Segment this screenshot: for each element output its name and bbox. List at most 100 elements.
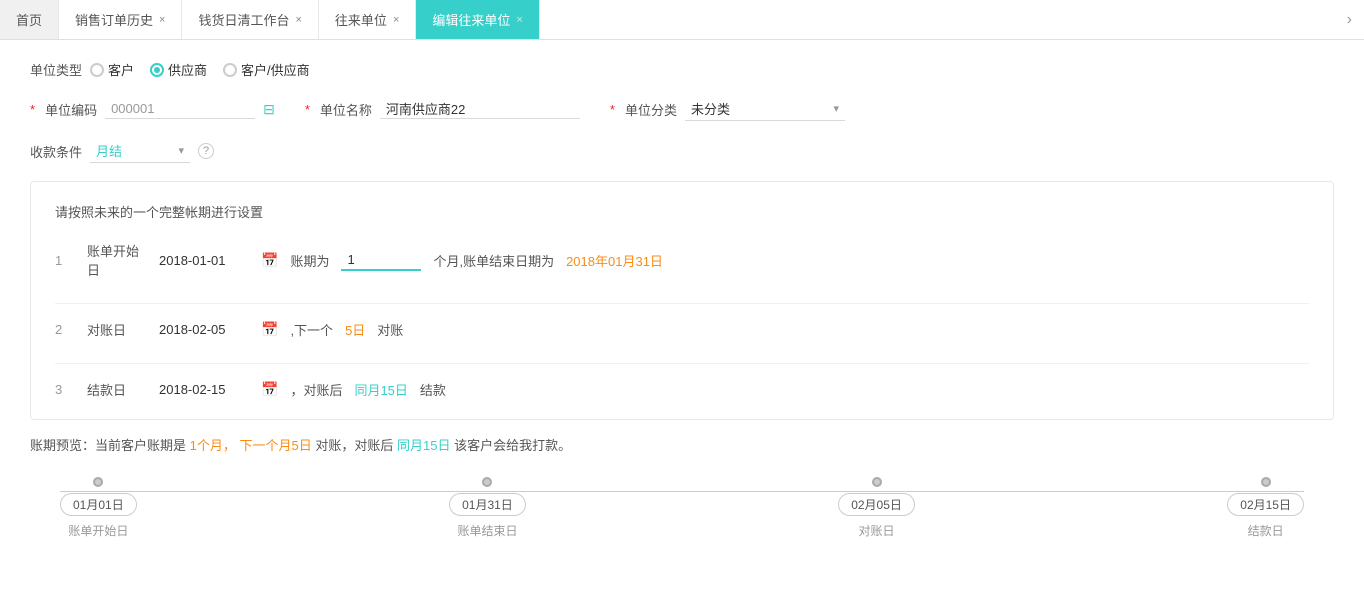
period-highlight-2: 5日 xyxy=(345,320,365,339)
payment-terms-help-icon[interactable]: ? xyxy=(198,143,214,159)
payment-terms-row: 收款条件 月结 ▾ ? xyxy=(30,139,1334,163)
tab-sales-history-close[interactable]: × xyxy=(159,14,165,26)
unit-name-label: 单位名称 xyxy=(320,100,372,119)
preview-part1: 1个月， xyxy=(190,438,236,453)
tab-cash-work-close[interactable]: × xyxy=(295,14,301,26)
timeline-node-1: 01月01日 账单开始日 xyxy=(60,477,137,539)
tab-home[interactable]: 首页 xyxy=(0,0,59,39)
timeline-dot-3 xyxy=(872,477,882,487)
timeline-dot-1 xyxy=(93,477,103,487)
period-row-3: 3 结款日 2018-02-15 📅 ，对账后 同月15日 结款 xyxy=(55,380,1309,399)
radio-customer-circle xyxy=(90,63,104,77)
radio-both-circle xyxy=(223,63,237,77)
tab-partner-close[interactable]: × xyxy=(393,14,399,26)
timeline-container: 01月01日 账单开始日 01月31日 账单结束日 02月05日 对账日 02月… xyxy=(30,477,1334,579)
payment-terms-dropdown[interactable]: 月结 ▾ xyxy=(90,139,190,163)
unit-name-input[interactable] xyxy=(380,99,580,119)
radio-supplier-circle xyxy=(150,63,164,77)
radio-supplier[interactable]: 供应商 xyxy=(150,60,207,79)
unit-category-label: 单位分类 xyxy=(625,100,677,119)
tab-home-label: 首页 xyxy=(16,10,42,29)
unit-category-value: 未分类 xyxy=(691,99,829,118)
unit-category-star: * xyxy=(610,102,615,117)
period-suffix-3: 结款 xyxy=(420,380,446,399)
unit-name-field: * 单位名称 xyxy=(305,99,580,119)
radio-group-unit-type: 客户 供应商 客户/供应商 xyxy=(90,60,310,79)
timeline-dot-4 xyxy=(1261,477,1271,487)
preview-suffix: 该客户会给我打款。 xyxy=(454,438,571,453)
period-suffix-before-1: 账期为 xyxy=(290,251,329,270)
period-num-1: 1 xyxy=(55,253,75,268)
period-card-title: 请按照未来的一个完整帐期进行设置 xyxy=(55,202,1309,221)
period-months-input[interactable] xyxy=(341,250,421,271)
unit-type-field: 单位类型 客户 供应商 客户/供应商 xyxy=(30,60,310,79)
preview-part2: 下一个月5日 xyxy=(240,438,312,453)
tab-edit-partner[interactable]: 编辑往来单位 × xyxy=(416,0,539,39)
period-date-1: 2018-01-01 xyxy=(159,253,249,268)
tab-sales-history[interactable]: 销售订单历史 × xyxy=(59,0,182,39)
period-num-2: 2 xyxy=(55,322,75,337)
timeline-desc-3: 对账日 xyxy=(859,522,895,539)
timeline-desc-4: 结款日 xyxy=(1248,522,1284,539)
unit-category-dropdown[interactable]: 未分类 ▾ xyxy=(685,97,845,121)
radio-both-label: 客户/供应商 xyxy=(241,60,310,79)
tab-more-button[interactable]: › xyxy=(1335,11,1364,29)
unit-name-star: * xyxy=(305,102,310,117)
radio-supplier-label: 供应商 xyxy=(168,60,207,79)
payment-terms-label: 收款条件 xyxy=(30,142,82,161)
unit-code-label: 单位编码 xyxy=(45,100,97,119)
radio-customer[interactable]: 客户 xyxy=(90,60,134,79)
timeline-label-4: 02月15日 xyxy=(1227,493,1304,516)
timeline-dot-2 xyxy=(482,477,492,487)
unit-category-field: * 单位分类 未分类 ▾ xyxy=(610,97,845,121)
unit-info-row: * 单位编码 ⊟ * 单位名称 * 单位分类 未分类 ▾ xyxy=(30,97,1334,121)
payment-terms-field: 收款条件 月结 ▾ ? xyxy=(30,139,214,163)
unit-code-copy-icon[interactable]: ⊟ xyxy=(263,101,275,118)
period-cal-icon-3[interactable]: 📅 xyxy=(261,381,278,398)
unit-type-row: 单位类型 客户 供应商 客户/供应商 xyxy=(30,60,1334,79)
unit-type-label: 单位类型 xyxy=(30,60,82,79)
timeline-node-2: 01月31日 账单结束日 xyxy=(449,477,526,539)
tab-edit-partner-close[interactable]: × xyxy=(516,14,522,26)
period-cal-icon-1[interactable]: 📅 xyxy=(261,252,278,269)
period-card: 请按照未来的一个完整帐期进行设置 1 账单开始日 2018-01-01 📅 账期… xyxy=(30,181,1334,420)
period-suffix-2: 对账 xyxy=(377,320,403,339)
timeline-desc-1: 账单开始日 xyxy=(68,522,128,539)
tab-edit-partner-label: 编辑往来单位 xyxy=(432,10,510,29)
period-date-3: 2018-02-15 xyxy=(159,382,249,397)
unit-category-arrow-icon: ▾ xyxy=(833,102,839,115)
tab-cash-work[interactable]: 钱货日清工作台 × xyxy=(182,0,318,39)
tab-partner-label: 往来单位 xyxy=(335,10,387,29)
timeline-nodes: 01月01日 账单开始日 01月31日 账单结束日 02月05日 对账日 02月… xyxy=(60,477,1304,539)
period-date-2: 2018-02-05 xyxy=(159,322,249,337)
timeline-label-1: 01月01日 xyxy=(60,493,137,516)
period-label-1: 账单开始日 xyxy=(87,241,147,279)
timeline-label-3: 02月05日 xyxy=(838,493,915,516)
timeline-desc-2: 账单结束日 xyxy=(457,522,517,539)
tab-bar: 首页 销售订单历史 × 钱货日清工作台 × 往来单位 × 编辑往来单位 × › xyxy=(0,0,1364,40)
period-suffix-after-1: 个月,账单结束日期为 xyxy=(433,251,554,270)
timeline-node-4: 02月15日 结款日 xyxy=(1227,477,1304,539)
period-prefix-2: ,下一个 xyxy=(290,320,333,339)
period-num-3: 3 xyxy=(55,382,75,397)
timeline-node-3: 02月05日 对账日 xyxy=(838,477,915,539)
period-label-3: 结款日 xyxy=(87,380,147,399)
timeline-label-2: 01月31日 xyxy=(449,493,526,516)
period-row-1: 1 账单开始日 2018-01-01 📅 账期为 个月,账单结束日期为 2018… xyxy=(55,241,1309,279)
period-row-2: 2 对账日 2018-02-05 📅 ,下一个 5日 对账 xyxy=(55,320,1309,339)
preview-prefix: 账期预览：当前客户账期是 xyxy=(30,438,186,453)
unit-code-field: * 单位编码 ⊟ xyxy=(30,99,275,119)
period-cal-icon-2[interactable]: 📅 xyxy=(261,321,278,338)
period-prefix-3: ，对账后 xyxy=(290,380,342,399)
payment-terms-value: 月结 xyxy=(96,141,174,160)
tab-partner[interactable]: 往来单位 × xyxy=(319,0,416,39)
unit-code-star: * xyxy=(30,102,35,117)
unit-code-input[interactable] xyxy=(105,99,255,119)
preview-section: 账期预览：当前客户账期是 1个月， 下一个月5日 对账，对账后 同月15日 该客… xyxy=(30,436,1334,457)
radio-customer-label: 客户 xyxy=(108,60,134,79)
period-label-2: 对账日 xyxy=(87,320,147,339)
preview-middle: 对账，对账后 xyxy=(315,438,393,453)
main-content: 单位类型 客户 供应商 客户/供应商 * 单位编码 xyxy=(0,40,1364,608)
tab-sales-history-label: 销售订单历史 xyxy=(75,10,153,29)
radio-both[interactable]: 客户/供应商 xyxy=(223,60,310,79)
